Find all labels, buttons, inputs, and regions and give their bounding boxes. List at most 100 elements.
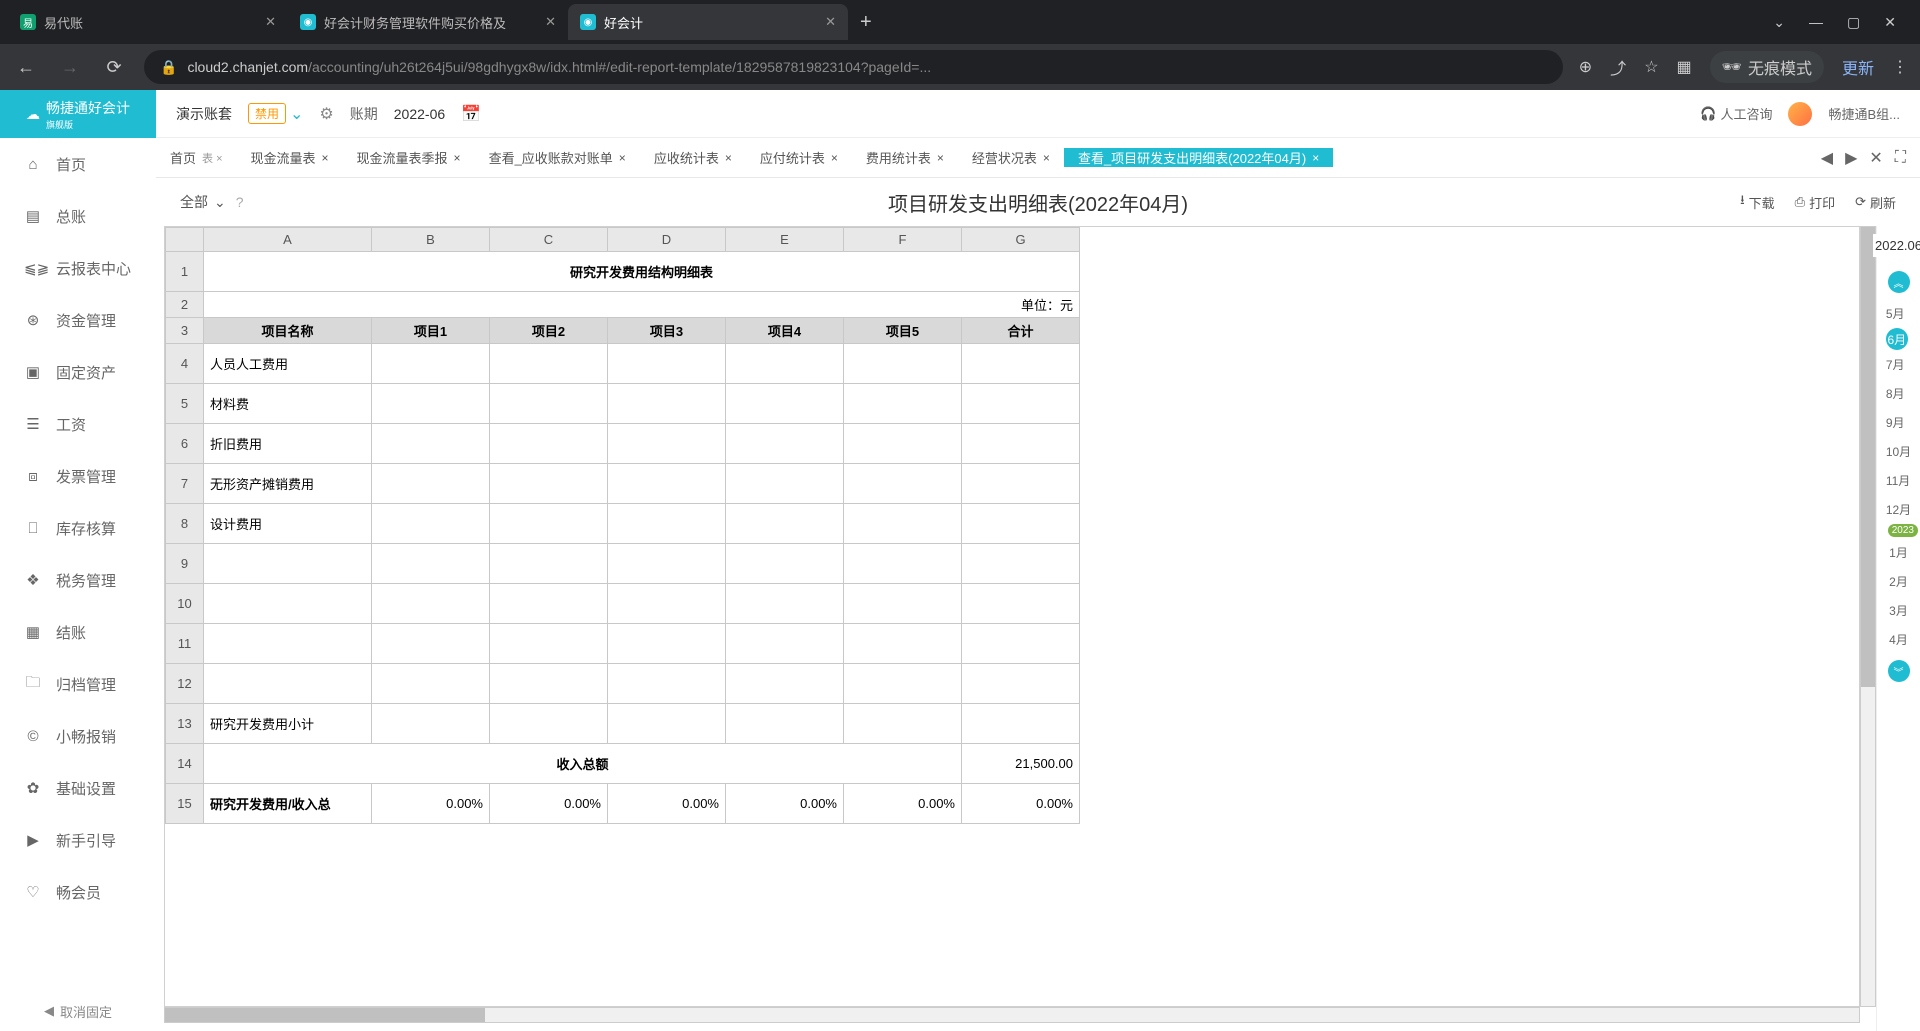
print-button[interactable]: ⎙打印 [1795,191,1835,213]
gear-icon[interactable]: ⚙ [319,104,333,124]
col-header[interactable]: G [962,228,1080,252]
close-icon[interactable]: × [619,151,626,165]
month-item[interactable]: 11月 [1886,466,1911,495]
row-header[interactable]: 1 [166,252,204,292]
chevron-down-icon[interactable]: ⌄ [1773,14,1785,31]
browser-tab[interactable]: ◉ 好会计财务管理软件购买价格及 ✕ [288,4,568,40]
tabs-next-icon[interactable]: ▶ [1845,148,1857,168]
page-tab[interactable]: 查看_项目研发支出明细表(2022年04月)× [1064,148,1333,167]
sidebar-item[interactable]: ⌂首页 [0,138,156,190]
tabs-prev-icon[interactable]: ◀ [1821,148,1833,168]
filter-select[interactable]: 全部 ⌄ [180,192,226,212]
vertical-scrollbar[interactable] [1860,226,1876,1007]
page-tab[interactable]: 应付统计表× [746,148,852,167]
close-icon[interactable]: ✕ [545,14,556,30]
browser-tab-active[interactable]: ◉ 好会计 ✕ [568,4,848,40]
month-item[interactable]: 5月 [1886,299,1911,328]
month-item[interactable]: 3月 [1889,596,1908,625]
unpin-button[interactable]: ◀ 取消固定 [0,991,156,1031]
month-item[interactable]: 9月 [1886,408,1911,437]
close-window-icon[interactable]: ✕ [1884,14,1896,31]
col-header[interactable]: E [726,228,844,252]
month-item[interactable]: 7月 [1886,350,1911,379]
page-tab[interactable]: 应收统计表× [640,148,746,167]
zoom-icon[interactable]: ⊕ [1579,57,1592,77]
sidebar-item[interactable]: ✿基础设置 [0,762,156,814]
close-icon[interactable]: × [1312,151,1319,165]
sidebar-item[interactable]: ❖税务管理 [0,554,156,606]
help-icon[interactable]: ? [236,194,244,210]
page-tab[interactable]: 费用统计表× [852,148,958,167]
close-icon[interactable]: ✕ [825,14,836,30]
close-icon[interactable]: × [454,151,461,165]
month-item[interactable]: 4月 [1889,625,1908,654]
share-icon[interactable]: ⤴ [1610,55,1626,79]
row-header[interactable]: 12 [166,664,204,704]
maximize-icon[interactable]: ▢ [1847,14,1860,31]
month-item[interactable]: 6月 [1886,328,1908,350]
select-all-cell[interactable] [166,228,204,252]
sidebar-item[interactable]: ▣固定资产 [0,346,156,398]
row-header[interactable]: 14 [166,744,204,784]
avatar[interactable] [1788,102,1812,126]
download-button[interactable]: ⭳下载 [1740,191,1775,213]
month-item[interactable]: 8月 [1886,379,1911,408]
sidebar-item[interactable]: ⧈发票管理 [0,450,156,502]
sidebar-item[interactable]: ▦结账 [0,606,156,658]
row-header[interactable]: 2 [166,292,204,318]
page-tab[interactable]: 首页表 × [156,148,237,167]
sidebar-item[interactable]: ⎕库存核算 [0,502,156,554]
sidebar-item[interactable]: ▤总账 [0,190,156,242]
close-icon[interactable]: × [322,151,329,165]
row-header[interactable]: 8 [166,504,204,544]
sidebar-item[interactable]: 🗀归档管理 [0,658,156,710]
month-item[interactable]: 12月 [1886,495,1911,524]
reload-button[interactable]: ⟳ [100,57,128,78]
horizontal-scrollbar[interactable] [164,1007,1860,1023]
row-header[interactable]: 9 [166,544,204,584]
extension-icon[interactable]: ▦ [1677,57,1692,77]
sidebar-item[interactable]: ▶新手引导 [0,814,156,866]
close-icon[interactable]: × [937,151,944,165]
row-header[interactable]: 6 [166,424,204,464]
close-icon[interactable]: ✕ [265,14,276,30]
row-header[interactable]: 5 [166,384,204,424]
row-header[interactable]: 3 [166,318,204,344]
page-tab[interactable]: 现金流量表× [237,148,343,167]
sidebar-item[interactable]: ☰工资 [0,398,156,450]
row-header[interactable]: 10 [166,584,204,624]
browser-tab[interactable]: 易 易代账 ✕ [8,4,288,40]
page-tab[interactable]: 现金流量表季报× [343,148,475,167]
star-icon[interactable]: ☆ [1644,57,1658,77]
close-icon[interactable]: × [725,151,732,165]
col-header[interactable]: D [608,228,726,252]
sidebar-item[interactable]: ©小畅报销 [0,710,156,762]
page-tab[interactable]: 查看_应收账款对账单× [475,148,640,167]
scroll-down-icon[interactable]: ︾ [1888,660,1910,682]
close-icon[interactable]: × [1043,151,1050,165]
month-item[interactable]: 2月 [1889,567,1908,596]
new-tab-button[interactable]: + [848,11,884,34]
calendar-icon[interactable]: 📅 [461,104,481,124]
fullscreen-icon[interactable]: ⛶ [1895,149,1906,167]
page-tab[interactable]: 经营状况表× [958,148,1064,167]
tabs-close-all-icon[interactable]: ✕ [1869,148,1882,168]
minimize-icon[interactable]: — [1809,14,1823,31]
row-header[interactable]: 15 [166,784,204,824]
month-item[interactable]: 1月 [1889,538,1908,567]
support-link[interactable]: 🎧 人工咨询 [1700,104,1772,123]
chevron-down-icon[interactable]: ⌄ [290,104,303,124]
month-item[interactable]: 10月 [1886,437,1911,466]
row-header[interactable]: 13 [166,704,204,744]
spreadsheet[interactable]: A B C D E F G 1研究开发费用结构明细表 2单位：元 3 项目名称 … [164,226,1860,1007]
row-header[interactable]: 11 [166,624,204,664]
row-header[interactable]: 4 [166,344,204,384]
row-header[interactable]: 7 [166,464,204,504]
close-icon[interactable]: × [831,151,838,165]
sidebar-item[interactable]: ⊛资金管理 [0,294,156,346]
sidebar-item[interactable]: ⫹⫺云报表中心 [0,242,156,294]
sidebar-item[interactable]: ♡畅会员 [0,866,156,918]
scroll-up-icon[interactable]: ︽ [1888,271,1910,293]
update-button[interactable]: 更新 [1842,55,1874,79]
col-header[interactable]: A [204,228,372,252]
